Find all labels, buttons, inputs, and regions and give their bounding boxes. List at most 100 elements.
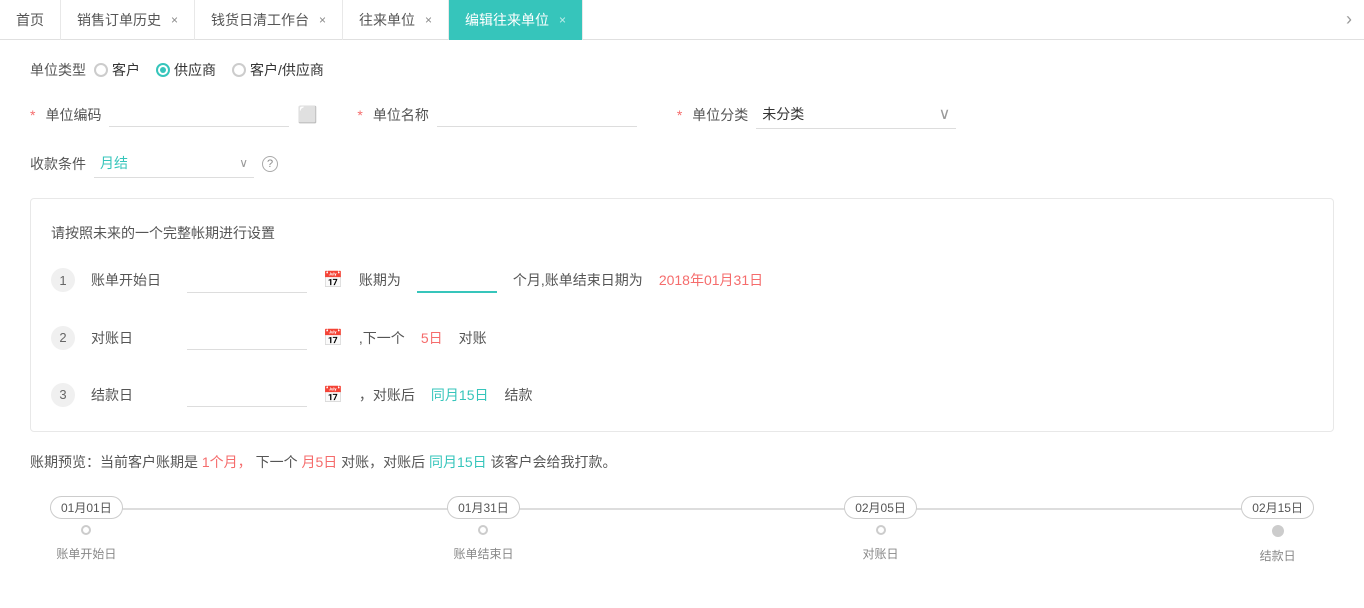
radio-supplier[interactable]: 供应商	[156, 60, 216, 80]
preview-month: 1个月，	[202, 454, 252, 470]
timeline-point-2: 02月05日 对账日	[844, 496, 917, 564]
timeline-label-2: 对账日	[863, 545, 899, 562]
payment-terms-row: 收款条件 月结 ∨ ?	[30, 149, 1334, 178]
step-3-label: 结款日	[91, 385, 171, 405]
step-1-period-input[interactable]: 1	[417, 267, 497, 293]
radio-both-circle	[232, 63, 246, 77]
tab-sales-history-label: 销售订单历史	[77, 10, 161, 30]
step-1-period-suffix: 个月,账单结束日期为	[513, 270, 643, 290]
step-2-date-input[interactable]: 2018-02-05	[187, 325, 307, 350]
step-3-num: 3	[51, 383, 75, 407]
preview-prefix: 账期预览：当前客户账期是	[30, 454, 198, 470]
step-1-date-input[interactable]: 2018-01-01	[187, 268, 307, 293]
unit-type-row: 单位类型 客户 供应商 客户/供应商	[30, 60, 1334, 80]
close-cash-daily-icon[interactable]: ×	[319, 13, 326, 27]
step-2-desc-highlight: 5日	[421, 328, 443, 348]
step-2-row: 2 对账日 2018-02-05 📅 ,下一个 5日 对账	[51, 325, 1313, 350]
radio-customer-circle	[94, 63, 108, 77]
radio-customer[interactable]: 客户	[94, 60, 140, 80]
timeline-point-0: 01月01日 账单开始日	[50, 496, 123, 564]
unit-name-required: *	[357, 107, 362, 123]
preview-reconcile: 月5日	[301, 454, 337, 470]
timeline-points: 01月01日 账单开始日 01月31日 账单结束日 02月05日 对账日 02月…	[50, 496, 1314, 564]
unit-code-copy-icon[interactable]: ⬜	[297, 105, 317, 125]
step-2-desc-prefix: ,下一个	[359, 328, 405, 348]
timeline-dot-2	[876, 525, 886, 535]
step-2-label: 对账日	[91, 328, 171, 348]
timeline-label-0: 账单开始日	[56, 545, 116, 562]
payment-terms-chevron: ∨	[239, 156, 248, 170]
tabs-bar: 首页 销售订单历史 × 钱货日清工作台 × 往来单位 × 编辑往来单位 × ›	[0, 0, 1364, 40]
step-2-cal-icon[interactable]: 📅	[323, 328, 343, 348]
radio-both[interactable]: 客户/供应商	[232, 60, 324, 80]
tab-partner-units[interactable]: 往来单位 ×	[343, 0, 449, 40]
unit-name-input[interactable]: 河南供应商22	[437, 102, 637, 127]
tab-partner-units-label: 往来单位	[359, 10, 415, 30]
unit-code-item: * 单位编码 000001 ⬜	[30, 102, 317, 127]
timeline-badge-3: 02月15日	[1241, 496, 1314, 519]
panel-title: 请按照未来的一个完整帐期进行设置	[51, 223, 1313, 243]
step-1-period-end: 2018年01月31日	[659, 270, 763, 290]
step-3-desc-prefix: ，对账后	[359, 385, 415, 405]
timeline-badge-2: 02月05日	[844, 496, 917, 519]
step-1-cal-icon[interactable]: 📅	[323, 270, 343, 290]
step-3-date-input[interactable]: 2018-02-15	[187, 382, 307, 407]
payment-terms-item: 收款条件 月结 ∨ ?	[30, 149, 278, 178]
step-3-row: 3 结款日 2018-02-15 📅 ，对账后 同月15日 结款	[51, 382, 1313, 407]
tab-edit-partner-label: 编辑往来单位	[465, 10, 549, 30]
unit-type-radio-group: 客户 供应商 客户/供应商	[94, 60, 324, 80]
radio-both-label: 客户/供应商	[250, 60, 324, 80]
step-2-num: 2	[51, 326, 75, 350]
radio-supplier-label: 供应商	[174, 60, 216, 80]
tab-cash-daily[interactable]: 钱货日清工作台 ×	[195, 0, 343, 40]
timeline-label-1: 账单结束日	[453, 545, 513, 562]
close-edit-partner-icon[interactable]: ×	[559, 13, 566, 27]
timeline-label-3: 结款日	[1260, 547, 1296, 564]
step-1-num: 1	[51, 268, 75, 292]
unit-class-select[interactable]: 未分类 ∨	[756, 100, 956, 129]
preview-suffix: 该客户会给我打款。	[491, 454, 617, 470]
unit-code-required: *	[30, 107, 35, 123]
step-3-desc-highlight: 同月15日	[431, 385, 489, 405]
timeline-dot-1	[478, 525, 488, 535]
preview-reconcile-prefix: 下一个	[256, 454, 298, 470]
tab-edit-partner[interactable]: 编辑往来单位 ×	[449, 0, 583, 40]
payment-terms-select[interactable]: 月结 ∨	[94, 149, 254, 178]
payment-terms-help-icon[interactable]: ?	[262, 156, 278, 172]
preview-text-row: 账期预览：当前客户账期是 1个月， 下一个 月5日 对账，对账后 同月15日 该…	[30, 452, 1334, 472]
step-1-row: 1 账单开始日 2018-01-01 📅 账期为 1 个月,账单结束日期为 20…	[51, 267, 1313, 293]
step-1-period-prefix: 账期为	[359, 270, 401, 290]
page-content: 单位类型 客户 供应商 客户/供应商 * 单位编码 00000	[0, 40, 1364, 608]
tab-more-button[interactable]: ›	[1334, 9, 1364, 30]
timeline-badge-0: 01月01日	[50, 496, 123, 519]
unit-name-label: 单位名称	[373, 105, 429, 125]
step-1-label: 账单开始日	[91, 270, 171, 290]
unit-class-label: 单位分类	[692, 105, 748, 125]
unit-class-required: *	[677, 107, 682, 123]
preview-payment: 同月15日	[429, 454, 487, 470]
step-3-desc-suffix: 结款	[505, 385, 533, 405]
unit-info-row: * 单位编码 000001 ⬜ * 单位名称 河南供应商22 * 单位分类 未分…	[30, 100, 1334, 129]
unit-class-value: 未分类	[762, 104, 932, 124]
unit-class-chevron: ∨	[939, 104, 951, 124]
close-partner-units-icon[interactable]: ×	[425, 13, 432, 27]
tab-sales-history[interactable]: 销售订单历史 ×	[61, 0, 195, 40]
payment-terms-value: 月结	[100, 153, 233, 173]
timeline-badge-1: 01月31日	[447, 496, 520, 519]
unit-type-label: 单位类型	[30, 60, 86, 80]
tab-cash-daily-label: 钱货日清工作台	[211, 10, 309, 30]
radio-customer-label: 客户	[112, 60, 140, 80]
unit-name-item: * 单位名称 河南供应商22	[357, 102, 636, 127]
unit-code-input[interactable]: 000001	[109, 102, 289, 127]
unit-type-item: 单位类型 客户 供应商 客户/供应商	[30, 60, 324, 80]
timeline-point-1: 01月31日 账单结束日	[447, 496, 520, 564]
timeline-point-3: 02月15日 结款日	[1241, 496, 1314, 564]
close-sales-history-icon[interactable]: ×	[171, 13, 178, 27]
step-3-cal-icon[interactable]: 📅	[323, 385, 343, 405]
timeline-dot-0	[81, 525, 91, 535]
tab-home-label: 首页	[16, 10, 44, 30]
tab-home[interactable]: 首页	[0, 0, 61, 40]
unit-code-label: 单位编码	[45, 105, 101, 125]
step-2-desc-suffix: 对账	[459, 328, 487, 348]
settings-panel: 请按照未来的一个完整帐期进行设置 1 账单开始日 2018-01-01 📅 账期…	[30, 198, 1334, 432]
